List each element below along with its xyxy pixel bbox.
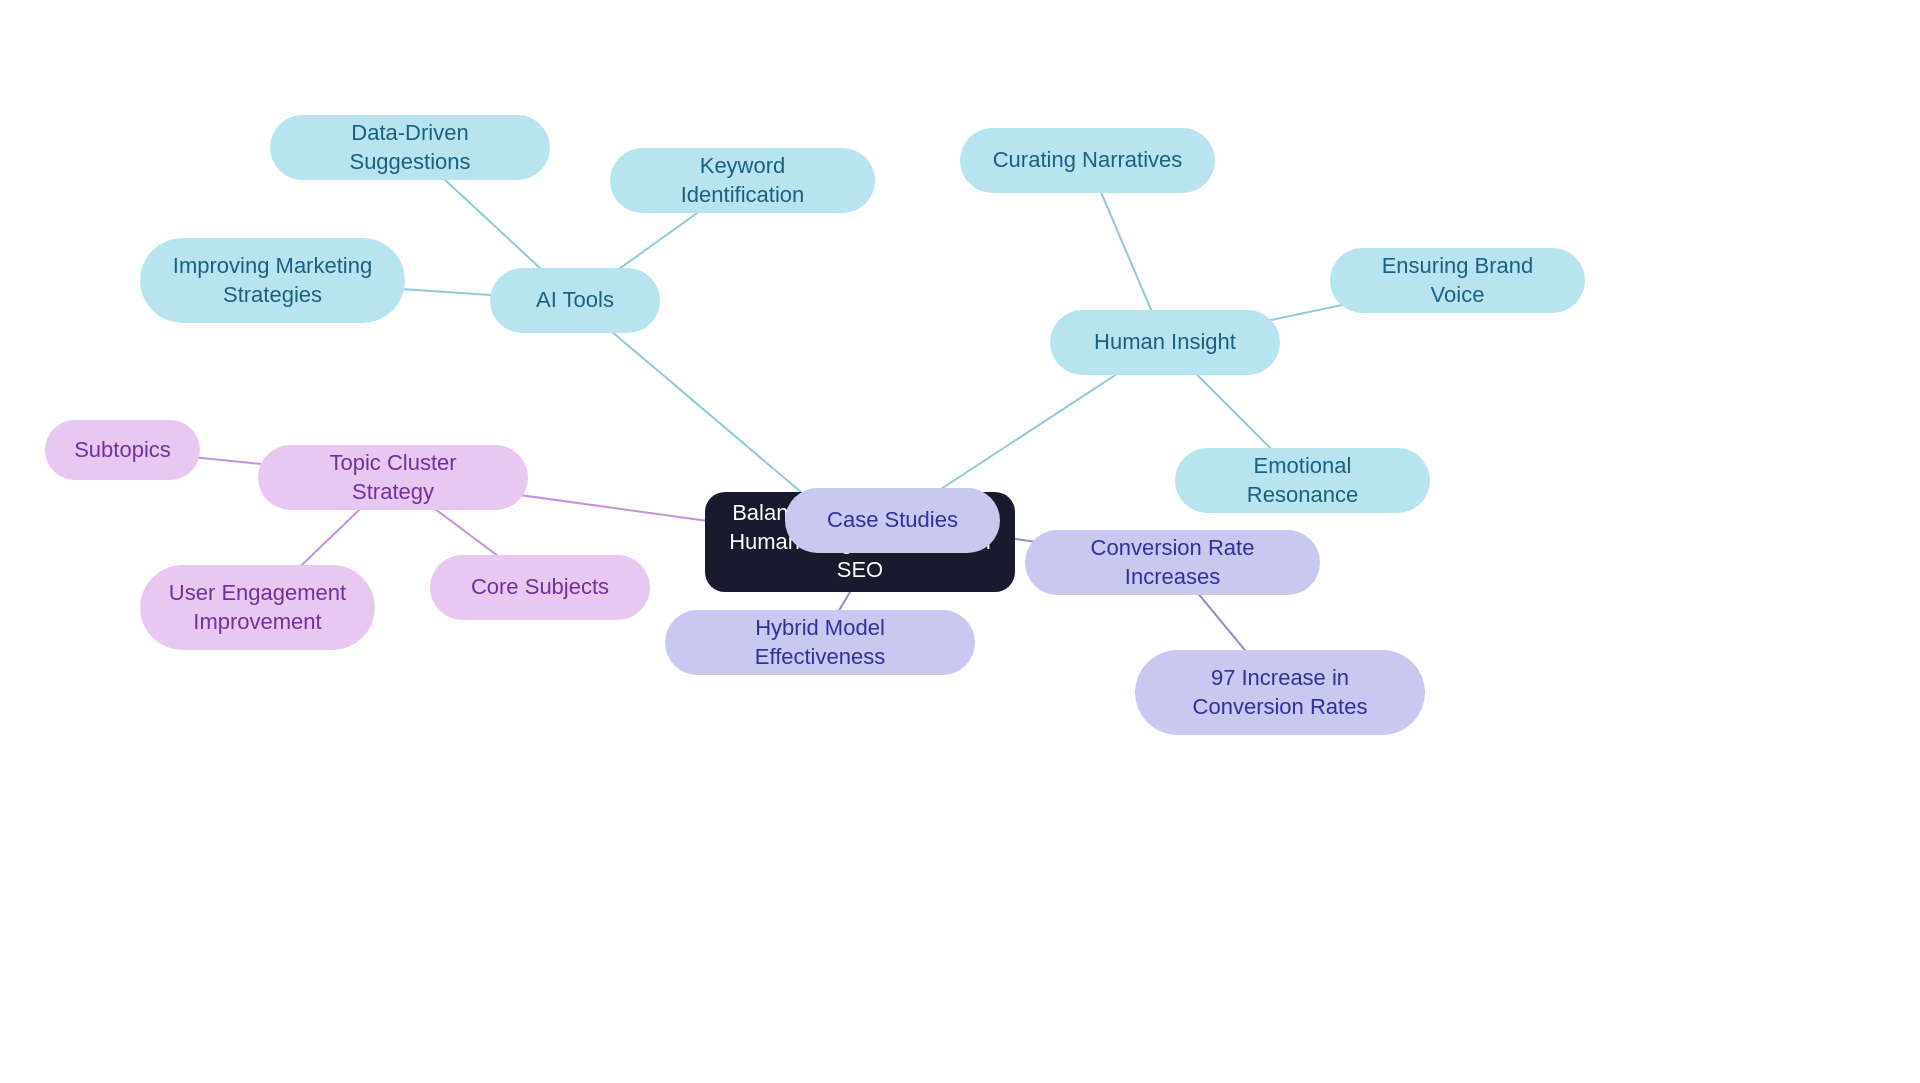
hybrid-model-node: Hybrid Model Effectiveness <box>665 610 975 675</box>
ai-tools-node: AI Tools <box>490 268 660 333</box>
keyword-id-node: Keyword Identification <box>610 148 875 213</box>
97-increase-node: 97 Increase in Conversion Rates <box>1135 650 1425 735</box>
improving-marketing-node: Improving Marketing Strategies <box>140 238 405 323</box>
curating-narratives-node: Curating Narratives <box>960 128 1215 193</box>
core-subjects-node: Core Subjects <box>430 555 650 620</box>
data-driven-node: Data-Driven Suggestions <box>270 115 550 180</box>
case-studies-node: Case Studies <box>785 488 1000 553</box>
human-insight-node: Human Insight <box>1050 310 1280 375</box>
user-engagement-node: User Engagement Improvement <box>140 565 375 650</box>
topic-cluster-node: Topic Cluster Strategy <box>258 445 528 510</box>
ensuring-brand-voice-node: Ensuring Brand Voice <box>1330 248 1585 313</box>
subtopics-node: Subtopics <box>45 420 200 480</box>
conversion-rate-node: Conversion Rate Increases <box>1025 530 1320 595</box>
emotional-resonance-node: Emotional Resonance <box>1175 448 1430 513</box>
mind-map: Balancing Automation and Human Insight i… <box>0 0 1920 1083</box>
